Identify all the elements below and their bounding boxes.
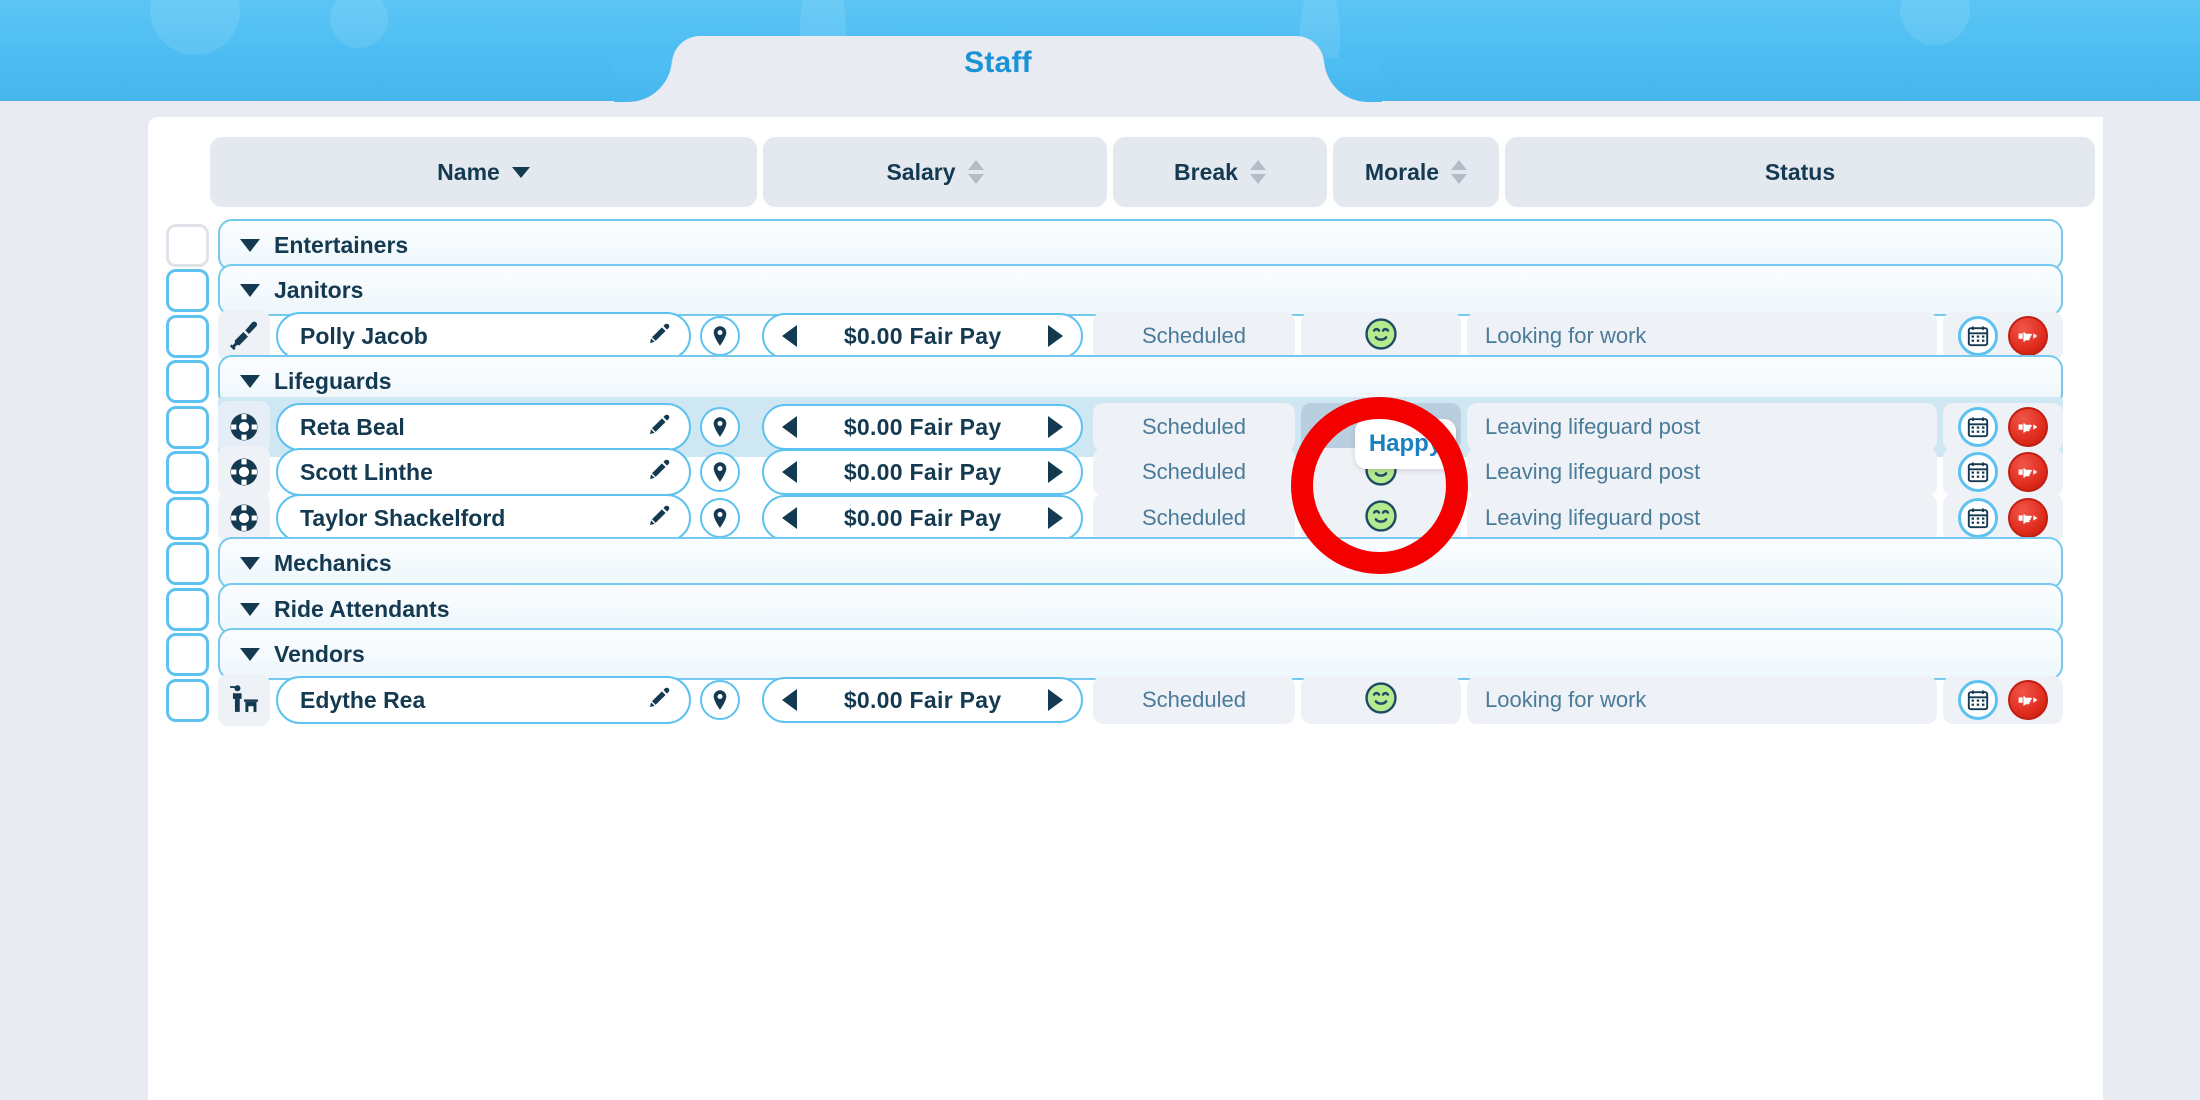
caret-down-icon (240, 375, 260, 388)
column-header-name[interactable]: Name (210, 137, 757, 207)
tab-curve-right (1324, 58, 1382, 102)
caret-right-icon[interactable] (1048, 416, 1063, 438)
salary-value: $0.00 Fair Pay (844, 414, 1002, 441)
calendar-icon[interactable] (1958, 680, 1998, 720)
break-value: Scheduled (1142, 323, 1246, 349)
pencil-icon[interactable] (645, 684, 673, 717)
column-header-salary-label: Salary (886, 159, 955, 186)
caret-right-icon[interactable] (1048, 507, 1063, 529)
tab-curve-left (614, 58, 672, 102)
table-header: Name Salary Break Morale Status (210, 137, 2095, 207)
sort-icon (968, 160, 984, 184)
caret-right-icon[interactable] (1048, 325, 1063, 347)
caret-left-icon[interactable] (782, 461, 797, 483)
staff-row-content[interactable]: Edythe Rea $0.00 Fair Pay Scheduled Looking… (218, 670, 2063, 730)
morale-tooltip-label: Happy (1369, 430, 1442, 458)
group-label: Janitors (274, 277, 363, 304)
caret-left-icon[interactable] (782, 325, 797, 347)
status-value: Leaving lifeguard post (1485, 505, 1700, 531)
staff-name-label: Edythe Rea (300, 687, 425, 714)
salary-value: $0.00 Fair Pay (844, 687, 1002, 714)
column-header-break[interactable]: Break (1113, 137, 1327, 207)
caret-right-icon[interactable] (1048, 689, 1063, 711)
staff-list: Entertainers Janitors Polly Jacob $0.00 Fai… (148, 213, 2103, 973)
pencil-icon[interactable] (645, 411, 673, 444)
status-value: Looking for work (1485, 687, 1646, 713)
caret-down-icon (512, 167, 530, 178)
caret-down-icon (240, 284, 260, 297)
break-value: Scheduled (1142, 505, 1246, 531)
row-actions (1943, 676, 2063, 724)
map-pin-icon[interactable] (700, 680, 740, 720)
caret-down-icon (240, 603, 260, 616)
column-header-salary[interactable]: Salary (763, 137, 1107, 207)
sort-icon (1250, 160, 1266, 184)
group-label: Vendors (274, 641, 365, 668)
happy-face-icon (1364, 681, 1398, 720)
staff-name-label: Polly Jacob (300, 323, 428, 350)
staff-panel: Name Salary Break Morale Status Entertai… (148, 117, 2103, 1100)
staff-name-label: Taylor Shackelford (300, 505, 505, 532)
bubble-decoration-icon (150, 0, 240, 55)
status-value: Leaving lifeguard post (1485, 459, 1700, 485)
group-label: Lifeguards (274, 368, 392, 395)
group-label: Mechanics (274, 550, 392, 577)
caret-left-icon[interactable] (782, 416, 797, 438)
column-header-status-label: Status (1765, 159, 1835, 186)
staff-checkbox[interactable] (166, 679, 209, 722)
caret-down-icon (240, 648, 260, 661)
salary-stepper[interactable]: $0.00 Fair Pay (762, 677, 1083, 723)
page-title: Staff (672, 46, 1324, 80)
break-cell[interactable]: Scheduled (1093, 676, 1295, 724)
window-title-tab: Staff (672, 36, 1324, 102)
break-value: Scheduled (1142, 687, 1246, 713)
bubble-decoration-icon (330, 0, 388, 48)
staff-name-field[interactable]: Edythe Rea (276, 676, 691, 724)
salary-value: $0.00 Fair Pay (844, 323, 1002, 350)
caret-down-icon (240, 557, 260, 570)
group-label: Ride Attendants (274, 596, 450, 623)
sort-icon (1451, 160, 1467, 184)
break-value: Scheduled (1142, 459, 1246, 485)
pencil-icon[interactable] (645, 456, 673, 489)
column-header-morale[interactable]: Morale (1333, 137, 1499, 207)
salary-value: $0.00 Fair Pay (844, 505, 1002, 532)
status-value: Looking for work (1485, 323, 1646, 349)
column-header-morale-label: Morale (1365, 159, 1439, 186)
morale-cell[interactable] (1301, 676, 1461, 724)
column-header-break-label: Break (1174, 159, 1238, 186)
bubble-decoration-icon (1900, 0, 1970, 45)
caret-left-icon[interactable] (782, 689, 797, 711)
column-header-name-label: Name (437, 159, 500, 186)
status-value: Leaving lifeguard post (1485, 414, 1700, 440)
caret-left-icon[interactable] (782, 507, 797, 529)
pencil-icon[interactable] (645, 502, 673, 535)
caret-right-icon[interactable] (1048, 461, 1063, 483)
caret-down-icon (240, 239, 260, 252)
fire-staff-icon[interactable] (2008, 680, 2048, 720)
pencil-icon[interactable] (645, 320, 673, 353)
break-value: Scheduled (1142, 414, 1246, 440)
staff-row: Edythe Rea $0.00 Fair Pay Scheduled Looking… (148, 668, 2103, 732)
vendor-icon (218, 674, 270, 726)
staff-name-label: Reta Beal (300, 414, 405, 441)
status-cell: Looking for work (1467, 676, 1937, 724)
morale-tooltip: Happy (1355, 419, 1456, 469)
column-header-status[interactable]: Status (1505, 137, 2095, 207)
salary-value: $0.00 Fair Pay (844, 459, 1002, 486)
staff-name-label: Scott Linthe (300, 459, 433, 486)
group-label: Entertainers (274, 232, 408, 259)
